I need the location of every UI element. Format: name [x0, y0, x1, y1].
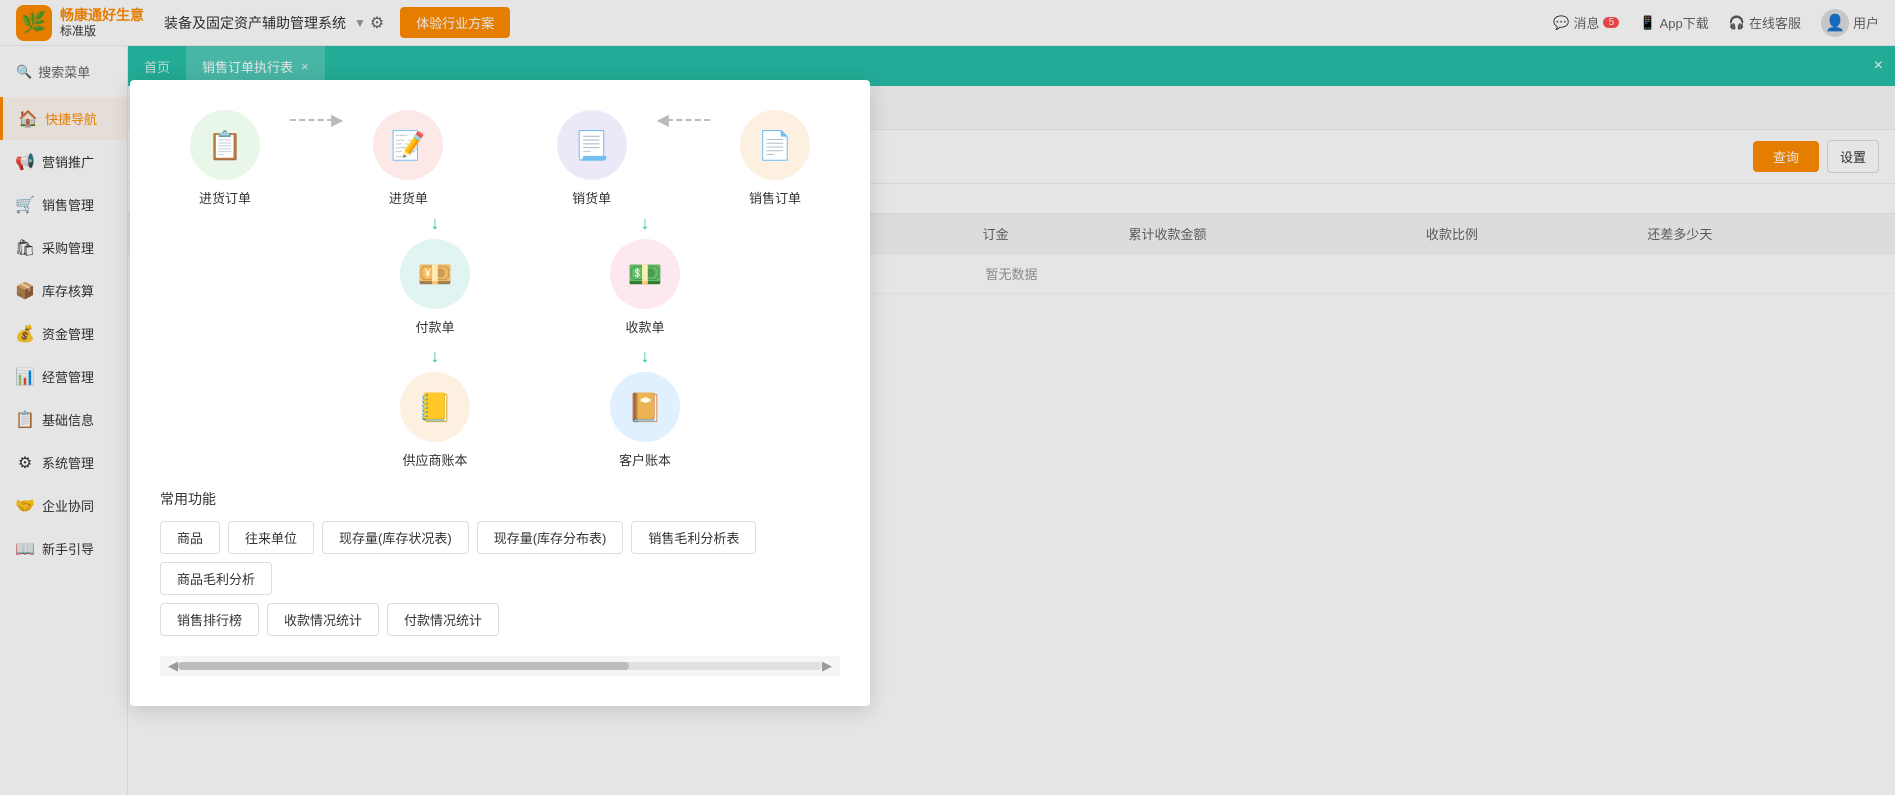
sales-label: 销货单 [572, 188, 611, 207]
scroll-left-icon[interactable]: ◀ [168, 658, 178, 674]
func-btn-sales-profit[interactable]: 销售毛利分析表 [631, 521, 756, 554]
flow-node-sales-order[interactable]: 📄 销售订单 [710, 110, 840, 207]
func-buttons-row2: 销售排行榜 收款情况统计 付款情况统计 [160, 603, 840, 636]
sales-order-circle: 📄 [740, 110, 810, 180]
purchase-order-icon: 📋 [208, 129, 243, 162]
payment-label: 付款单 [415, 317, 454, 336]
down-arrow-payment: ↓ 📒 供应商账本 [370, 340, 500, 469]
func-btn-product[interactable]: 商品 [160, 521, 220, 554]
receipt-circle[interactable]: 💵 [610, 239, 680, 309]
purchase-icon: 📝 [391, 129, 426, 162]
customer-book-circle[interactable]: 📔 [610, 372, 680, 442]
arrow-right-1: ▶ [290, 110, 343, 130]
supplier-book-label: 供应商账本 [402, 450, 467, 469]
receipt-icon: 💵 [628, 258, 663, 291]
func-btn-stock-dist[interactable]: 现存量(库存分布表) [477, 521, 624, 554]
sales-circle: 📃 [557, 110, 627, 180]
purchase-label: 进货单 [389, 188, 428, 207]
flow-node-sales[interactable]: 📃 销货单 [527, 110, 657, 207]
down-arrow-sales: ↓ 💵 收款单 [580, 207, 710, 336]
supplier-book-icon: 📒 [418, 391, 453, 424]
purchase-order-label: 进货订单 [199, 188, 251, 207]
func-buttons-row1: 商品 往来单位 现存量(库存状况表) 现存量(库存分布表) 销售毛利分析表 商品… [160, 521, 840, 595]
down-arrow-purchase: ↓ 💴 付款单 [370, 207, 500, 336]
scroll-bar-area: ◀ ▶ [160, 656, 840, 676]
func-btn-sales-ranking[interactable]: 销售排行榜 [160, 603, 259, 636]
scroll-thumb [178, 662, 629, 670]
func-btn-receipt-stats[interactable]: 收款情况统计 [267, 603, 379, 636]
receipt-label: 收款单 [625, 317, 664, 336]
flow-node-purchase[interactable]: 📝 进货单 [343, 110, 473, 207]
down-arrow-receipt: ↓ 📔 客户账本 [580, 340, 710, 469]
customer-book-label: 客户账本 [619, 450, 671, 469]
payment-icon: 💴 [418, 258, 453, 291]
sales-order-icon: 📄 [758, 129, 793, 162]
common-functions: 常用功能 商品 往来单位 现存量(库存状况表) 现存量(库存分布表) 销售毛利分… [160, 489, 840, 644]
supplier-book-circle[interactable]: 📒 [400, 372, 470, 442]
purchase-order-circle: 📋 [190, 110, 260, 180]
arrow-left-1: ◀ [657, 110, 710, 130]
flow-node-purchase-order[interactable]: 📋 进货订单 [160, 110, 290, 207]
scroll-right-icon[interactable]: ▶ [822, 658, 832, 674]
payment-circle[interactable]: 💴 [400, 239, 470, 309]
func-btn-stock-status[interactable]: 现存量(库存状况表) [322, 521, 469, 554]
customer-book-icon: 📔 [628, 391, 663, 424]
purchase-circle: 📝 [373, 110, 443, 180]
sales-icon: 📃 [574, 129, 609, 162]
sales-order-label: 销售订单 [749, 188, 801, 207]
func-btn-product-profit[interactable]: 商品毛利分析 [160, 562, 272, 595]
func-btn-partner[interactable]: 往来单位 [228, 521, 314, 554]
scroll-track[interactable] [178, 662, 822, 670]
popup-content: 📋 进货订单 ▶ 📝 进货单 📃 [160, 110, 840, 676]
popup: 📋 进货订单 ▶ 📝 进货单 📃 [130, 80, 870, 706]
func-btn-payment-stats[interactable]: 付款情况统计 [387, 603, 499, 636]
common-functions-title: 常用功能 [160, 489, 840, 509]
